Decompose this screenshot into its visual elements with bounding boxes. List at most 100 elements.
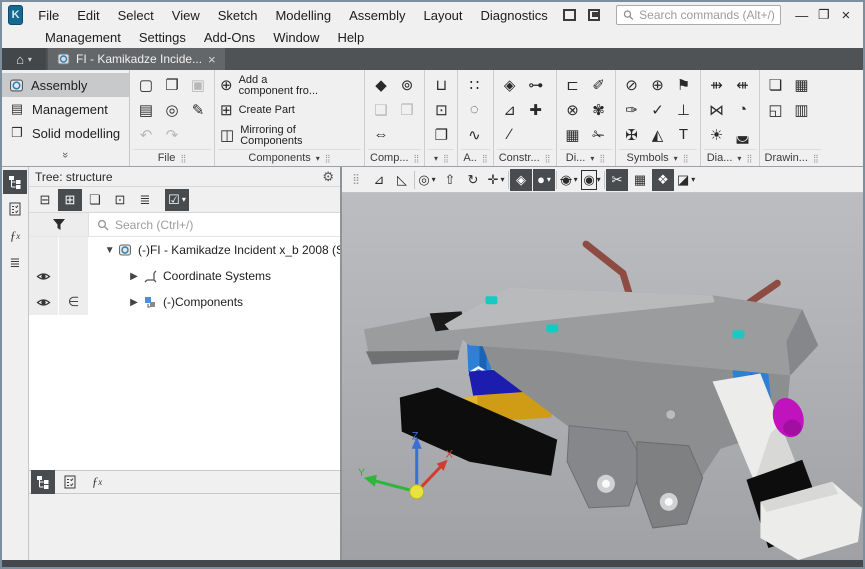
toolbar-drag-handle[interactable]: ⣿▾ (345, 169, 367, 191)
filter-funnel-button[interactable] (29, 213, 89, 236)
bom-table-icon[interactable]: ▥ (790, 99, 814, 121)
group-handle-icon[interactable]: ⣿ (325, 154, 331, 163)
base-mark-icon[interactable]: ⊥ (672, 99, 696, 121)
display-mode-icon[interactable]: ●▾ (533, 169, 555, 191)
menu-item[interactable]: Sketch (209, 8, 267, 23)
save-as-icon[interactable]: ✎ (186, 99, 210, 121)
view-layout-icon[interactable]: ◱ (764, 99, 788, 121)
move-axes-icon[interactable]: ✛▾ (485, 169, 507, 191)
menu-item[interactable]: View (163, 8, 209, 23)
deviation-icon[interactable]: ◛ (731, 124, 755, 146)
extra-display-icon[interactable]: ◪▾ (675, 169, 697, 191)
tree-tab-icon[interactable] (31, 470, 55, 494)
rotate-icon[interactable]: ↻▾ (462, 169, 484, 191)
relation-icon[interactable]: ⊶ (524, 74, 548, 96)
tree-panel-icon[interactable] (3, 170, 27, 194)
layers-icon[interactable]: ≣▾ (133, 189, 157, 211)
tree-row-coordinate-systems[interactable]: ▶ Coordinate Systems (29, 263, 340, 289)
angular-dim-icon[interactable]: ✾ (587, 99, 611, 121)
mirroring-components-button[interactable]: ◫Mirroring of Components (220, 123, 359, 148)
menu-item[interactable]: Modelling (266, 8, 340, 23)
screen-presets-icon[interactable] (588, 9, 601, 21)
menu-item[interactable]: Help (328, 30, 373, 45)
orientation-cube-icon[interactable]: ◈▾ (510, 169, 532, 191)
menu-item[interactable]: Layout (414, 8, 471, 23)
move-component-icon[interactable]: ⇔ (369, 124, 393, 146)
group-dropdown-icon[interactable]: ▾ (674, 154, 678, 163)
maximize-button[interactable]: ❐ (813, 7, 835, 23)
pan-icon[interactable]: ⇧▾ (439, 169, 461, 191)
undo-icon[interactable]: ↶ (134, 124, 158, 146)
tree-row-components[interactable]: ∈ ▶ (-)Components (29, 289, 340, 315)
stamp-icon[interactable]: ✠ (620, 124, 644, 146)
menu-item[interactable]: Window (264, 30, 328, 45)
save-icon[interactable]: ▣ (186, 74, 210, 96)
group-handle-icon[interactable]: ⣿ (443, 154, 449, 163)
text-icon[interactable]: T (672, 124, 696, 146)
sidebar-collapse-button[interactable]: » (2, 149, 129, 166)
variables-panel-icon[interactable]: ƒx (3, 224, 27, 248)
print-icon[interactable]: ▤ (134, 99, 158, 121)
menu-panel-icon[interactable]: ≣ (3, 251, 27, 275)
group-handle-icon[interactable]: ⣿ (599, 154, 605, 163)
filter-set-icon[interactable]: ☑▾ (165, 189, 189, 211)
search-input[interactable] (639, 8, 774, 22)
ghost-component-icon[interactable]: ❑ (369, 99, 393, 121)
check-mark-icon[interactable]: ✓ (646, 99, 670, 121)
tree-parameters-icon[interactable]: ⊟▾ (33, 189, 57, 211)
pattern-icon[interactable]: ∷ (462, 74, 486, 96)
expander-open-icon[interactable]: ▼ (103, 245, 116, 256)
group-handle-icon[interactable]: ⣿ (414, 154, 420, 163)
menu-item[interactable]: Assembly (340, 8, 414, 23)
model-canvas[interactable]: Z X Y (342, 193, 863, 560)
hide-in-scene-icon[interactable]: ◉▾ (581, 169, 603, 191)
group-handle-icon[interactable]: ⣿ (180, 154, 186, 163)
parameters-panel-icon[interactable] (3, 197, 27, 221)
check-gaps-icon[interactable]: ⇺ (731, 74, 755, 96)
surface-mark-icon[interactable]: ✑ (620, 99, 644, 121)
placement-plane-icon[interactable]: ◺▾ (391, 169, 413, 191)
linear-dim-icon[interactable]: ⊏ (561, 74, 585, 96)
print-preview-icon[interactable]: ◎ (160, 99, 184, 121)
menu-item[interactable]: Management (36, 30, 130, 45)
axis-icon[interactable]: ∕ (498, 124, 522, 146)
ghost-rotate-icon[interactable]: ❒ (395, 99, 419, 121)
copy-feature-icon[interactable]: ❐ (429, 124, 453, 146)
menu-item[interactable]: Edit (68, 8, 108, 23)
open-document-icon[interactable]: ❐ (160, 74, 184, 96)
section-view-icon[interactable]: ✂▾ (606, 169, 628, 191)
leader-icon[interactable]: ✐ (587, 74, 611, 96)
clip-box-icon[interactable]: ▦▾ (629, 169, 651, 191)
eye-icon[interactable] (36, 297, 51, 308)
region-icon[interactable]: ◌ (462, 99, 486, 121)
home-button[interactable]: ⌂▾ (2, 48, 46, 70)
sidebar-item-management[interactable]: ▤ Management (2, 97, 129, 121)
boss-icon[interactable]: ⊡ (429, 99, 453, 121)
spline-icon[interactable]: ∿ (462, 124, 486, 146)
selection-area-icon[interactable]: ⊡▾ (108, 189, 132, 211)
redo-icon[interactable]: ↷ (160, 124, 184, 146)
component-gear-icon[interactable]: ⊚ (395, 74, 419, 96)
create-part-button[interactable]: ⊞Create Part (220, 98, 359, 123)
menu-item[interactable]: Diagnostics (472, 8, 557, 23)
group-dropdown-icon[interactable]: ▾ (737, 154, 741, 163)
grid-dim-icon[interactable]: ▦ (561, 124, 585, 146)
minimize-button[interactable]: — (791, 8, 813, 23)
group-handle-icon[interactable]: ⣿ (545, 154, 551, 163)
parameters-tab-icon[interactable] (58, 470, 82, 494)
new-drawing-icon[interactable]: ❏ (764, 74, 788, 96)
measure-icon[interactable]: ◔ (731, 99, 755, 121)
group-handle-icon[interactable]: ⣿ (683, 154, 689, 163)
sidebar-item-assembly[interactable]: Assembly (2, 73, 129, 97)
zoom-icon[interactable]: ◎▾ (416, 169, 438, 191)
add-component-button[interactable]: ⊕Add a component fro... (220, 73, 359, 98)
mass-properties-icon[interactable]: ☀ (705, 124, 729, 146)
close-button[interactable]: × (835, 7, 857, 24)
cut-dim-icon[interactable]: ✁ (587, 124, 611, 146)
group-handle-icon[interactable]: ⣿ (746, 154, 752, 163)
group-dropdown-icon[interactable]: ▾ (316, 154, 320, 163)
windows-layout-icon[interactable] (563, 9, 576, 21)
eye-icon[interactable] (36, 271, 51, 282)
group-dropdown-icon[interactable]: ▾ (434, 154, 438, 163)
tree-search-input[interactable] (115, 218, 332, 232)
